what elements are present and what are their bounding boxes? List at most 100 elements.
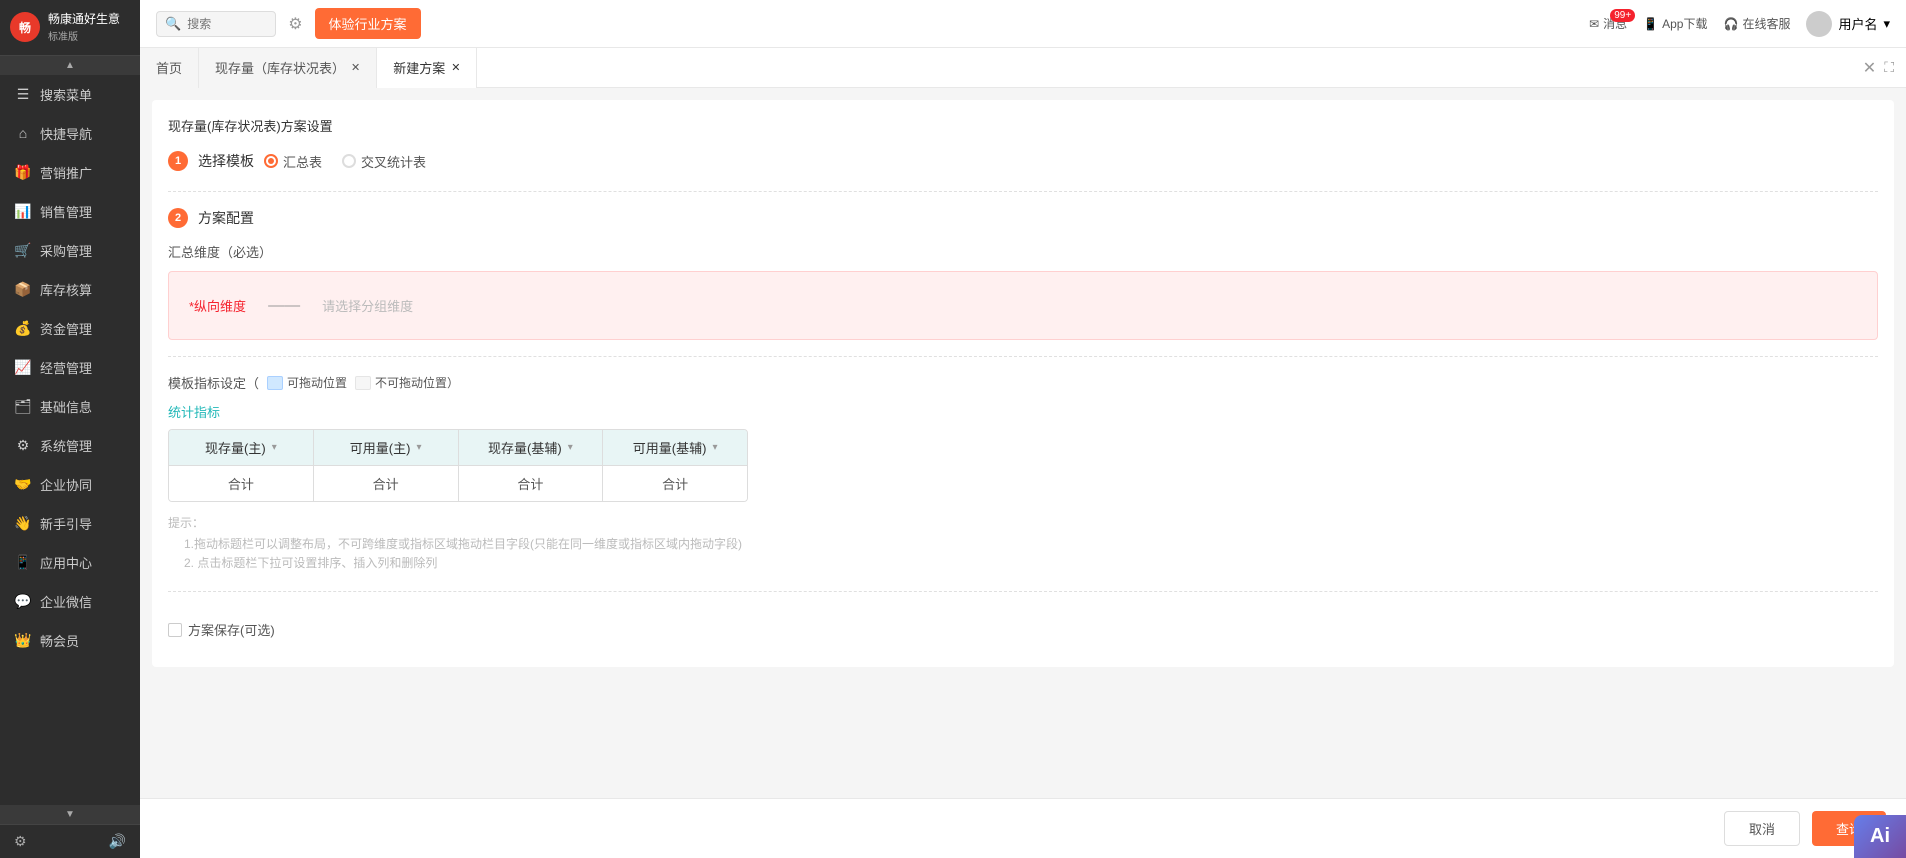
step1-title: 选择模板: [198, 151, 254, 171]
industry-button[interactable]: 体验行业方案: [315, 8, 421, 39]
finance-icon: 💰: [14, 319, 32, 337]
save-option[interactable]: 方案保存(可选): [168, 608, 1878, 651]
statistics-table: 现存量(主) ▾ 可用量(主) ▾ 现存量(基辅) ▾ 可用量(基辅): [168, 429, 748, 502]
sidebar-item-marketing[interactable]: 🎁 营销推广: [0, 153, 140, 192]
quick-nav-icon: ⌂: [14, 124, 32, 142]
message-badge: 99+: [1610, 9, 1635, 22]
non-movable-label: 不可拖动位置）: [375, 374, 459, 391]
app-download-button[interactable]: 📱 App下载: [1643, 15, 1707, 32]
dimension-selector[interactable]: *纵向维度 —— 请选择分组维度: [168, 271, 1878, 340]
sidebar: 畅 畅康通好生意 标准版 ▲ ☰ 搜索菜单 ⌂ 快捷导航 🎁 营销推广 📊 销售…: [0, 0, 140, 858]
sidebar-item-basic-info[interactable]: 🗂 基础信息: [0, 387, 140, 426]
non-movable-box: [355, 376, 371, 390]
sidebar-item-search-menu[interactable]: ☰ 搜索菜单: [0, 75, 140, 114]
sidebar-items: ☰ 搜索菜单 ⌂ 快捷导航 🎁 营销推广 📊 销售管理 🛒 采购管理 📦 库存核…: [0, 75, 140, 805]
user-menu[interactable]: 用户名 ▾: [1806, 11, 1890, 37]
sidebar-item-quick-nav[interactable]: ⌂ 快捷导航: [0, 114, 140, 153]
search-box[interactable]: 🔍: [156, 11, 276, 37]
movable-indicator: 可拖动位置: [267, 374, 347, 391]
window-expand-icon[interactable]: ⛶: [1884, 59, 1894, 76]
dimension-arrow: ——: [268, 297, 300, 315]
gear-icon[interactable]: ⚙: [288, 14, 302, 34]
stat-table-title: 统计指标: [168, 402, 1878, 421]
search-icon: 🔍: [165, 16, 181, 32]
col-2-chevron: ▾: [568, 442, 573, 453]
wechat-icon: 💬: [14, 592, 32, 610]
brand-text: 畅康通好生意 标准版: [48, 12, 120, 43]
window-close-icon[interactable]: ✕: [1863, 58, 1876, 78]
col-2[interactable]: 现存量(基辅) ▾: [459, 430, 604, 465]
sidebar-item-sales[interactable]: 📊 销售管理: [0, 192, 140, 231]
step1-number: 1: [168, 151, 188, 171]
message-button[interactable]: ✉ 消息 99+: [1589, 15, 1627, 32]
sidebar-item-inventory[interactable]: 📦 库存核算: [0, 270, 140, 309]
sidebar-item-wechat[interactable]: 💬 企业微信: [0, 582, 140, 621]
tab-new-scheme[interactable]: 新建方案 ✕: [377, 48, 477, 88]
sidebar-scroll-up[interactable]: ▲: [0, 56, 140, 75]
sidebar-item-label: 新手引导: [40, 514, 92, 533]
basic-info-icon: 🗂: [14, 397, 32, 415]
sidebar-item-label: 库存核算: [40, 280, 92, 299]
sidebar-item-label: 企业微信: [40, 592, 92, 611]
divider-2: [168, 356, 1878, 357]
sidebar-item-purchase[interactable]: 🛒 采购管理: [0, 231, 140, 270]
save-checkbox[interactable]: [168, 623, 182, 637]
sidebar-item-label: 营销推广: [40, 163, 92, 182]
step2-title: 方案配置: [198, 208, 254, 228]
search-menu-icon: ☰: [14, 85, 32, 103]
tab-inventory-status[interactable]: 现存量（库存状况表） ✕: [199, 48, 377, 88]
new-guide-icon: 👋: [14, 514, 32, 532]
system-icon: ⚙: [14, 436, 32, 454]
main-area: 🔍 ⚙ 体验行业方案 ✉ 消息 99+ 📱 App下载 🎧 在线客服 用户名 ▾: [140, 0, 1906, 858]
radio-summary[interactable]: 汇总表: [264, 152, 322, 171]
radio-summary-label: 汇总表: [283, 152, 322, 171]
sidebar-item-finance[interactable]: 💰 资金管理: [0, 309, 140, 348]
sidebar-item-app-center[interactable]: 📱 应用中心: [0, 543, 140, 582]
movable-label: 可拖动位置: [287, 374, 347, 391]
cancel-button[interactable]: 取消: [1724, 811, 1800, 846]
brand-logo: 畅: [10, 12, 40, 42]
sound-icon[interactable]: 🔊: [109, 833, 126, 850]
user-name: 用户名: [1838, 14, 1877, 33]
content-area: 现存量(库存状况表)方案设置 1 选择模板 汇总表 交叉统计表: [140, 88, 1906, 798]
purchase-icon: 🛒: [14, 241, 32, 259]
divider-1: [168, 191, 1878, 192]
footer: 取消 查询: [140, 798, 1906, 858]
inventory-icon: 📦: [14, 280, 32, 298]
tab-new-scheme-close[interactable]: ✕: [451, 61, 460, 74]
sidebar-scroll-down[interactable]: ▼: [0, 805, 140, 824]
radio-summary-dot: [264, 154, 278, 168]
stat-table-header: 现存量(主) ▾ 可用量(主) ▾ 现存量(基辅) ▾ 可用量(基辅): [169, 430, 747, 465]
tab-inventory-status-close[interactable]: ✕: [351, 61, 360, 74]
col-1-label: 可用量(主): [350, 438, 411, 457]
col-3[interactable]: 可用量(基辅) ▾: [603, 430, 747, 465]
sidebar-item-cooperation[interactable]: 🤝 企业协同: [0, 465, 140, 504]
indicator-label-text: 模板指标设定（: [168, 373, 259, 392]
sidebar-item-label: 应用中心: [40, 553, 92, 572]
sidebar-item-label: 企业协同: [40, 475, 92, 494]
col-2-label: 现存量(基辅): [488, 438, 562, 457]
sales-icon: 📊: [14, 202, 32, 220]
ai-button[interactable]: Ai: [1854, 815, 1906, 858]
online-service-button[interactable]: 🎧 在线客服: [1723, 15, 1790, 32]
divider-3: [168, 591, 1878, 592]
service-icon: 🎧: [1723, 17, 1738, 31]
tab-home[interactable]: 首页: [140, 48, 199, 88]
sidebar-item-label: 系统管理: [40, 436, 92, 455]
sidebar-item-operations[interactable]: 📈 经营管理: [0, 348, 140, 387]
sidebar-item-label: 搜索菜单: [40, 85, 92, 104]
sidebar-item-member[interactable]: 👑 畅会员: [0, 621, 140, 660]
col-0[interactable]: 现存量(主) ▾: [169, 430, 314, 465]
sidebar-item-system[interactable]: ⚙ 系统管理: [0, 426, 140, 465]
cooperation-icon: 🤝: [14, 475, 32, 493]
service-label: 在线客服: [1742, 15, 1790, 32]
search-input[interactable]: [187, 17, 267, 31]
sidebar-item-label: 采购管理: [40, 241, 92, 260]
settings-icon[interactable]: ⚙: [14, 833, 27, 850]
col-1[interactable]: 可用量(主) ▾: [314, 430, 459, 465]
sidebar-item-label: 资金管理: [40, 319, 92, 338]
radio-cross[interactable]: 交叉统计表: [342, 152, 426, 171]
tip-2: 2. 点击标题栏下拉可设置排序、插入列和删除列: [168, 554, 1878, 571]
sidebar-item-new-guide[interactable]: 👋 新手引导: [0, 504, 140, 543]
tab-home-label: 首页: [156, 58, 182, 77]
